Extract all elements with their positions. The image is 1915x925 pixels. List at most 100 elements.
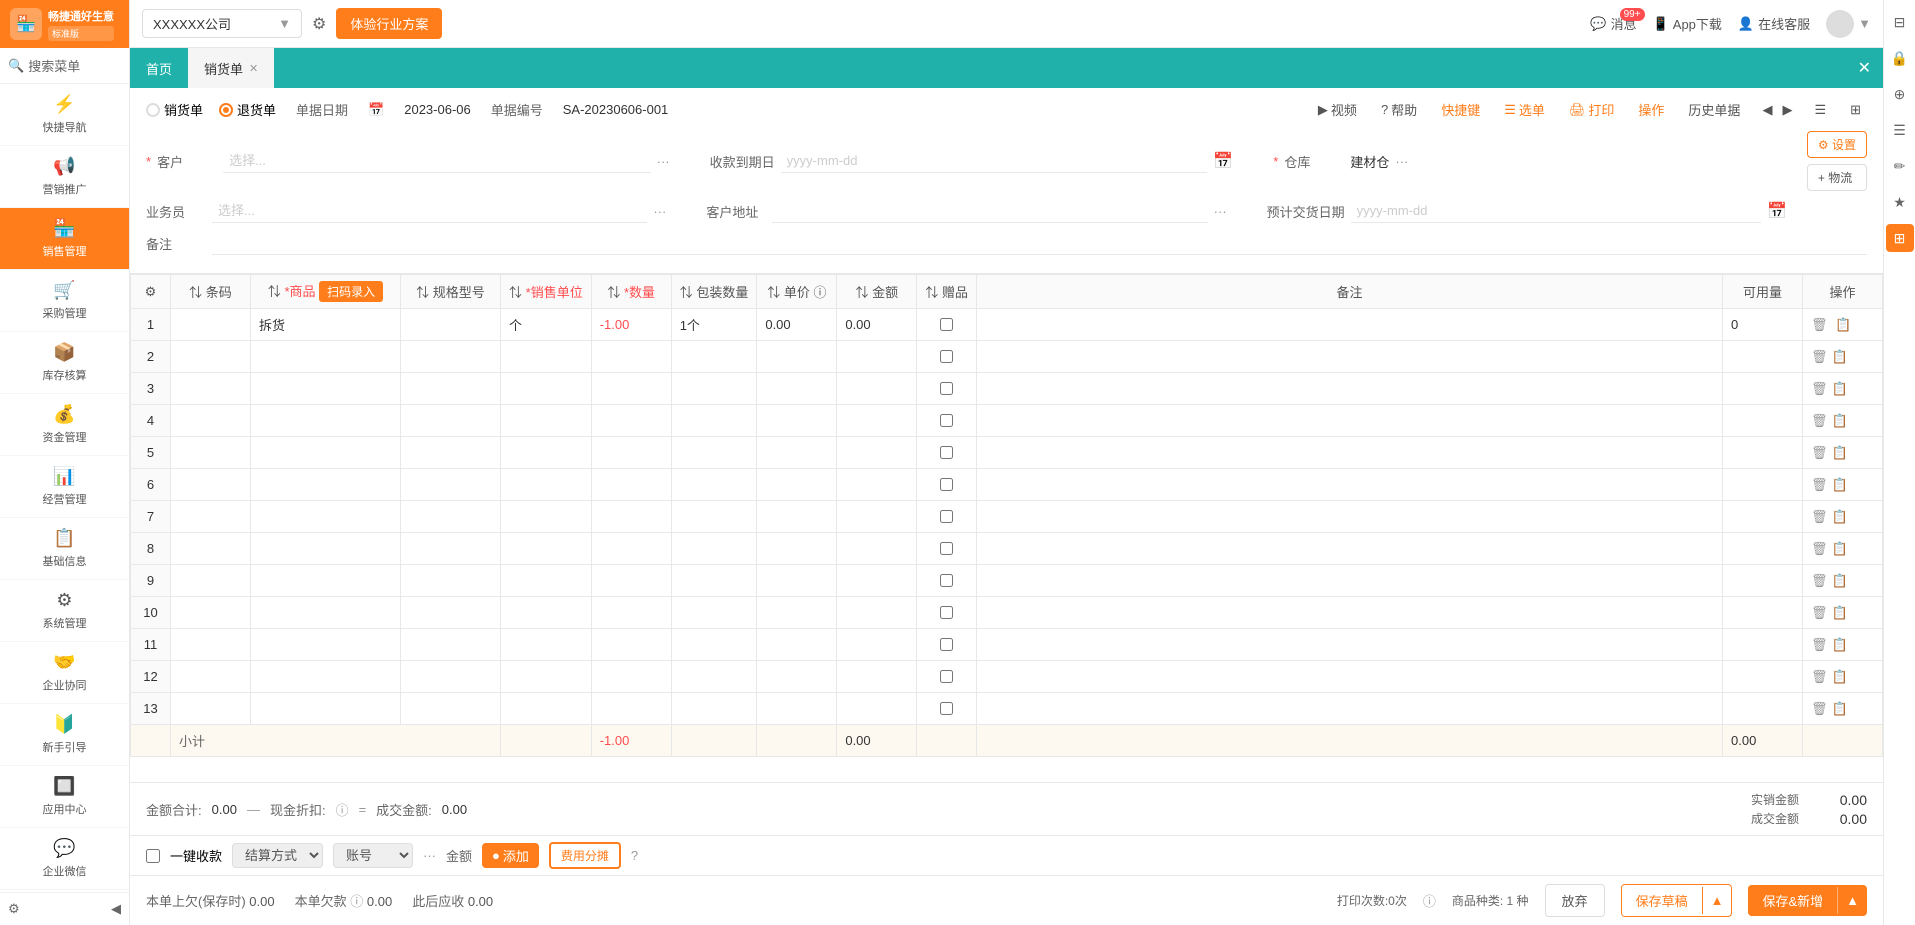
cash-discount-help[interactable]: ⓘ <box>336 800 349 819</box>
scan-btn[interactable]: 扫码录入 <box>319 281 383 302</box>
right-panel-item-5[interactable]: ✏ <box>1886 152 1914 180</box>
th-product[interactable]: ⇅ *商品 扫码录入 <box>251 275 401 309</box>
gift-checkbox-1[interactable] <box>940 318 953 331</box>
history-btn[interactable]: 历史单据 <box>1682 98 1746 121</box>
customer-dots[interactable]: ··· <box>657 154 670 169</box>
th-setting[interactable]: ⚙ <box>131 275 171 309</box>
sidebar-search[interactable]: 🔍 搜索菜单 <box>0 48 129 84</box>
sidebar-item-new-guide[interactable]: 🔰 新手引导 <box>0 704 129 766</box>
addr-dots[interactable]: ··· <box>1214 204 1227 219</box>
trial-btn[interactable]: 体验行业方案 <box>336 8 442 39</box>
copy-icon-1[interactable]: 📋 <box>1835 317 1851 332</box>
prev-btn[interactable]: ◀ <box>1758 102 1776 118</box>
purchase-icon: 🛒 <box>53 280 75 301</box>
sidebar-item-app-center[interactable]: 🔲 应用中心 <box>0 766 129 828</box>
topbar-gear-icon[interactable]: ⚙ <box>312 14 326 34</box>
right-panel-item-6[interactable]: ★ <box>1886 188 1914 216</box>
payment-help-icon[interactable]: ? <box>631 848 638 863</box>
warehouse-dots[interactable]: ··· <box>1395 154 1408 169</box>
message-icon: 💬 <box>1590 16 1606 32</box>
account-select[interactable]: 账号 <box>333 843 413 868</box>
save-new-dropdown-btn[interactable]: ▲ <box>1837 887 1867 914</box>
date-icon[interactable]: 📅 <box>368 102 384 118</box>
th-spec[interactable]: ⇅ 规格型号 <box>401 275 501 309</box>
payment-due-calendar-icon[interactable]: 📅 <box>1213 151 1233 171</box>
right-panel-item-2[interactable]: 🔒 <box>1886 44 1914 72</box>
tab-close-icon[interactable]: ✕ <box>249 62 258 75</box>
video-btn[interactable]: ▶ 视频 <box>1312 98 1363 121</box>
sidebar-item-quick-nav[interactable]: ⚡ 快捷导航 <box>0 84 129 146</box>
th-barcode[interactable]: ⇅ 条码 <box>171 275 251 309</box>
salesperson-input[interactable] <box>212 199 647 223</box>
save-new-btn[interactable]: 保存&新增 <box>1748 885 1837 916</box>
th-price[interactable]: ⇅ 单价 ⓘ <box>757 275 837 309</box>
th-gift[interactable]: ⇅ 赠品 <box>917 275 977 309</box>
right-panel-item-4[interactable]: ☰ <box>1886 116 1914 144</box>
operation-btn[interactable]: 操作 <box>1632 98 1670 121</box>
payment-due-input[interactable] <box>781 149 1208 173</box>
tab-bar-close-icon[interactable]: ✕ <box>1858 58 1871 78</box>
delivery-date-input[interactable] <box>1351 199 1761 223</box>
save-draft-dropdown-btn[interactable]: ▲ <box>1702 887 1732 914</box>
account-dots[interactable]: ··· <box>423 848 436 863</box>
calc-method-select[interactable]: 结算方式 <box>232 843 323 868</box>
right-panel-item-1[interactable]: ⊟ <box>1886 8 1914 36</box>
delete-icon-2[interactable]: 🗑 <box>1811 349 1828 364</box>
sidebar-item-marketing[interactable]: 📢 营销推广 <box>0 146 129 208</box>
tab-sales-order[interactable]: 销货单 ✕ <box>188 48 274 88</box>
sidebar-item-purchase[interactable]: 🛒 采购管理 <box>0 270 129 332</box>
overdue-help[interactable]: ⓘ <box>350 894 363 909</box>
add-payment-btn[interactable]: ● 添加 <box>482 843 539 868</box>
company-selector[interactable]: XXXXXX公司 ▼ <box>142 9 302 38</box>
copy-icon-2[interactable]: 📋 <box>1832 349 1848 364</box>
abandon-btn[interactable]: 放弃 <box>1545 884 1605 917</box>
right-panel-item-3[interactable]: ⊕ <box>1886 80 1914 108</box>
delete-icon-4[interactable]: 🗑 <box>1811 413 1828 428</box>
sidebar-item-sys-mgmt[interactable]: ⚙ 系统管理 <box>0 580 129 642</box>
radio-return[interactable]: 退货单 <box>219 100 276 119</box>
copy-icon-3[interactable]: 📋 <box>1832 381 1848 396</box>
view-grid-btn[interactable]: ⊞ <box>1844 100 1867 120</box>
user-avatar[interactable]: ▼ <box>1826 10 1871 38</box>
delivery-calendar-icon[interactable]: 📅 <box>1767 201 1787 221</box>
radio-sales[interactable]: 销货单 <box>146 100 203 119</box>
form-row-3: 备注 <box>146 231 1867 255</box>
shortcut-btn[interactable]: 快捷键 <box>1435 98 1486 121</box>
sidebar-item-basic-info[interactable]: 📋 基础信息 <box>0 518 129 580</box>
delete-icon-1[interactable]: 🗑 <box>1811 317 1828 332</box>
sidebar-item-corp-collab[interactable]: 🤝 企业协同 <box>0 642 129 704</box>
message-btn[interactable]: 💬 消息 99+ <box>1590 14 1636 33</box>
sidebar-item-sales-mgmt[interactable]: 🏪 销售管理 <box>0 208 129 270</box>
table-container[interactable]: ⚙ ⇅ 条码 ⇅ *商品 扫码录入 <box>130 274 1883 782</box>
salesperson-dots[interactable]: ··· <box>653 204 666 219</box>
customer-addr-input[interactable] <box>772 199 1207 223</box>
delete-icon-3[interactable]: 🗑 <box>1811 381 1828 396</box>
sidebar-item-inventory[interactable]: 📦 库存核算 <box>0 332 129 394</box>
online-support-btn[interactable]: 👤 在线客服 <box>1738 14 1810 33</box>
print-btn[interactable]: 🖨 打印 <box>1563 98 1621 121</box>
help-btn[interactable]: ? 帮助 <box>1375 98 1423 121</box>
tab-home[interactable]: 首页 <box>130 48 188 88</box>
view-list-btn[interactable]: ☰ <box>1808 100 1832 120</box>
settings-btn[interactable]: ⚙ 设置 <box>1807 131 1867 158</box>
app-download-btn[interactable]: 📱 App下载 <box>1653 14 1722 33</box>
fee-split-btn[interactable]: 费用分摊 <box>549 842 621 869</box>
th-qty[interactable]: ⇅ *数量 <box>591 275 671 309</box>
gift-checkbox-2[interactable] <box>940 350 953 363</box>
select-btn[interactable]: ☰ 选单 <box>1498 98 1551 121</box>
logistics-btn[interactable]: + 物流 <box>1807 164 1867 191</box>
th-unit[interactable]: ⇅ *销售单位 <box>501 275 592 309</box>
right-panel-item-orange[interactable]: ⊞ <box>1886 224 1914 252</box>
save-draft-btn[interactable]: 保存草稿 <box>1622 885 1702 916</box>
th-pkgqty[interactable]: ⇅ 包装数量 <box>671 275 757 309</box>
th-amount[interactable]: ⇅ 金额 <box>837 275 917 309</box>
one-click-payment-checkbox[interactable] <box>146 849 160 863</box>
remarks-input[interactable] <box>212 231 1867 255</box>
customer-input[interactable] <box>223 149 651 173</box>
settings-icon[interactable]: ⚙ <box>8 901 20 917</box>
next-btn[interactable]: ▶ <box>1778 102 1796 118</box>
sidebar-item-biz[interactable]: 📊 经营管理 <box>0 456 129 518</box>
sidebar-item-capital[interactable]: 💰 资金管理 <box>0 394 129 456</box>
collapse-icon[interactable]: ◀ <box>111 901 121 917</box>
sidebar-item-corp-wechat[interactable]: 💬 企业微信 <box>0 828 129 890</box>
